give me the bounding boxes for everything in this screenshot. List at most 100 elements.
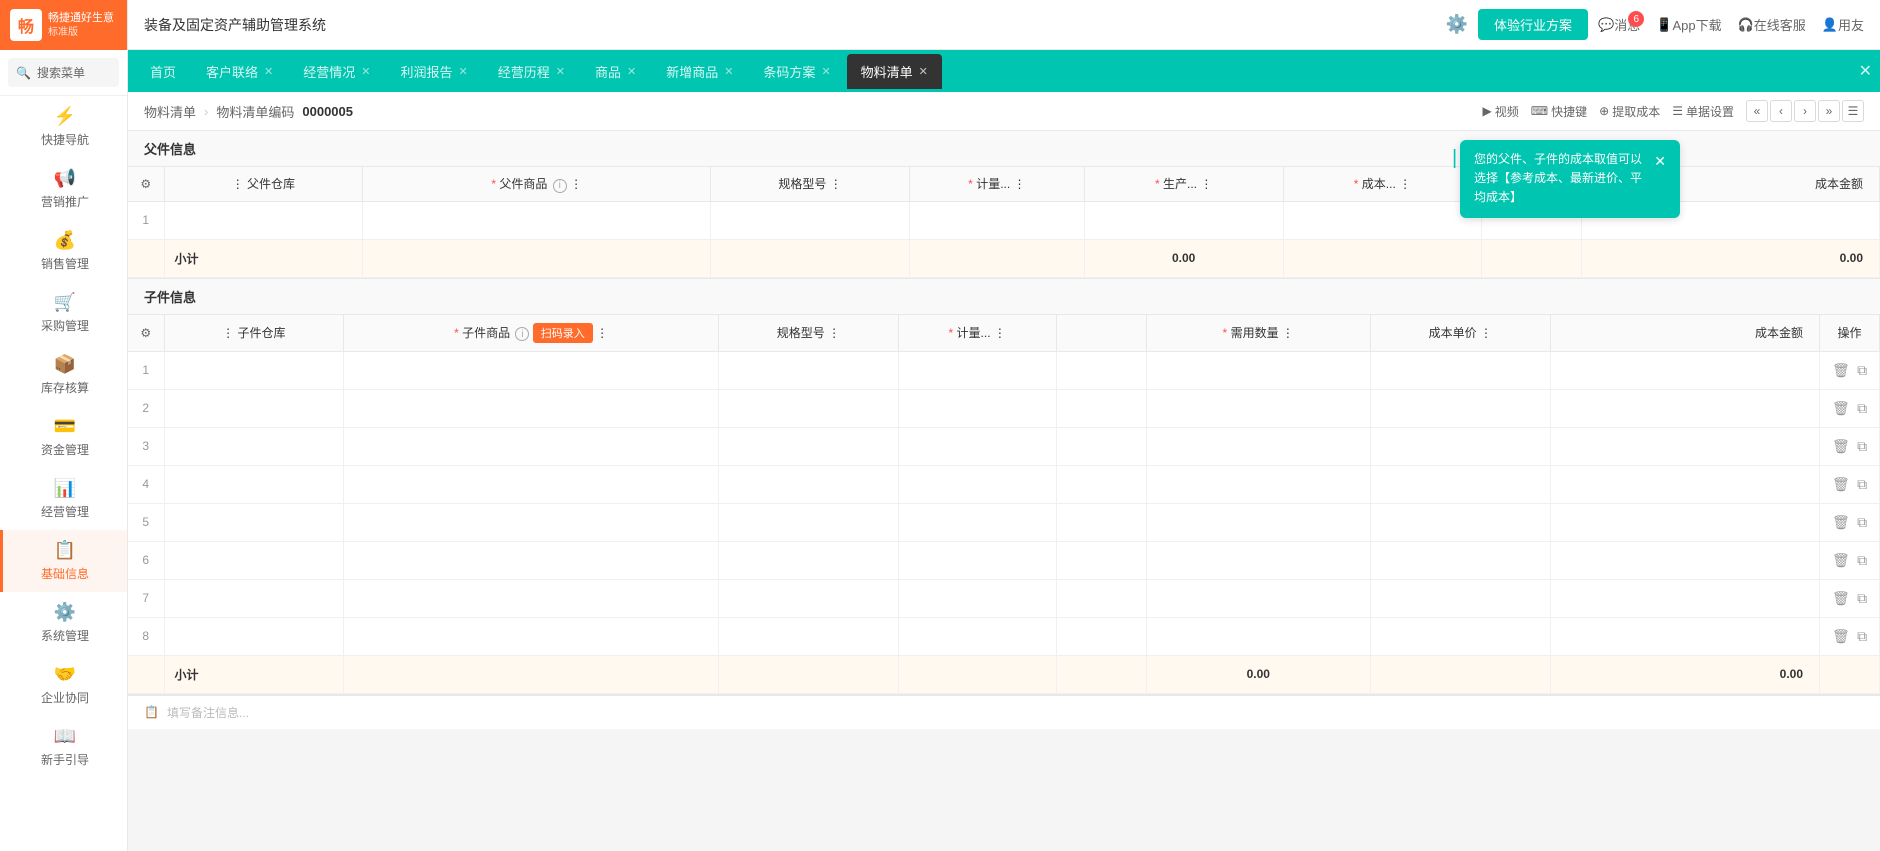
app-download-button[interactable]: 📱 App下载 xyxy=(1656,15,1721,34)
parent-unit-1[interactable] xyxy=(909,201,1084,239)
child-spec-4[interactable] xyxy=(719,465,899,503)
child-needed-7[interactable] xyxy=(1146,579,1370,617)
parent-table-settings-icon[interactable]: ⚙ xyxy=(140,177,151,191)
delete-icon-4[interactable]: 🗑 xyxy=(1830,474,1852,494)
child-unit-3[interactable] xyxy=(898,427,1056,465)
child-spec-3[interactable] xyxy=(719,427,899,465)
child-warehouse-7[interactable] xyxy=(164,579,344,617)
scan-input-button[interactable]: 扫码录入 xyxy=(533,323,593,343)
child-spec-1[interactable] xyxy=(719,351,899,389)
tab-close-2[interactable]: ✕ xyxy=(361,65,370,78)
sidebar-item-新手引导[interactable]: 📖 新手引导 xyxy=(0,716,127,778)
sidebar-item-营销推广[interactable]: 📢 营销推广 xyxy=(0,158,127,220)
child-unit-cost-4[interactable] xyxy=(1370,465,1550,503)
tooltip-close-button[interactable]: ✕ xyxy=(1654,150,1666,172)
note-placeholder[interactable]: 填写备注信息... xyxy=(167,704,249,721)
child-unit-cost-1[interactable] xyxy=(1370,351,1550,389)
first-record-button[interactable]: « xyxy=(1746,100,1768,122)
child-product-info-icon[interactable]: i xyxy=(515,327,529,341)
parent-warehouse-1[interactable] xyxy=(164,201,363,239)
nav-tab-2[interactable]: 经营情况✕ xyxy=(289,54,384,89)
delete-icon-8[interactable]: 🗑 xyxy=(1830,626,1852,646)
child-spec-5[interactable] xyxy=(719,503,899,541)
child-warehouse-3[interactable] xyxy=(164,427,344,465)
child-unit-2[interactable] xyxy=(898,389,1056,427)
product-info-icon[interactable]: i xyxy=(553,179,567,193)
child-warehouse-4[interactable] xyxy=(164,465,344,503)
child-warehouse-2[interactable] xyxy=(164,389,344,427)
nav-tab-3[interactable]: 利润报告✕ xyxy=(386,54,481,89)
child-warehouse-8[interactable] xyxy=(164,617,344,655)
parent-production-1[interactable] xyxy=(1084,201,1283,239)
child-needed-6[interactable] xyxy=(1146,541,1370,579)
child-unit-cost-7[interactable] xyxy=(1370,579,1550,617)
copy-icon-1[interactable]: ⧉ xyxy=(1855,360,1869,380)
breadcrumb-main[interactable]: 物料清单 xyxy=(144,102,196,121)
parent-cost-1[interactable] xyxy=(1283,201,1482,239)
child-unit-cost-3[interactable] xyxy=(1370,427,1550,465)
tab-close-8[interactable]: ✕ xyxy=(919,65,928,78)
child-needed-2[interactable] xyxy=(1146,389,1370,427)
next-record-button[interactable]: › xyxy=(1794,100,1816,122)
child-spec-6[interactable] xyxy=(719,541,899,579)
copy-icon-3[interactable]: ⧉ xyxy=(1855,436,1869,456)
child-needed-3[interactable] xyxy=(1146,427,1370,465)
nav-tab-8[interactable]: 物料清单✕ xyxy=(847,54,942,89)
tab-close-5[interactable]: ✕ xyxy=(627,65,636,78)
list-view-button[interactable]: ☰ xyxy=(1842,100,1864,122)
copy-icon-5[interactable]: ⧉ xyxy=(1855,512,1869,532)
child-warehouse-1[interactable] xyxy=(164,351,344,389)
delete-icon-5[interactable]: 🗑 xyxy=(1830,512,1852,532)
child-warehouse-6[interactable] xyxy=(164,541,344,579)
child-spec-2[interactable] xyxy=(719,389,899,427)
copy-icon-6[interactable]: ⧉ xyxy=(1855,550,1869,570)
child-unit-cost-6[interactable] xyxy=(1370,541,1550,579)
child-unit-7[interactable] xyxy=(898,579,1056,617)
nav-tab-0[interactable]: 首页 xyxy=(136,54,190,89)
delete-icon-1[interactable]: 🗑 xyxy=(1830,360,1852,380)
child-unit-5[interactable] xyxy=(898,503,1056,541)
child-unit-cost-8[interactable] xyxy=(1370,617,1550,655)
shortcut-button[interactable]: ⌨ 快捷键 xyxy=(1531,103,1587,120)
child-table-settings-icon[interactable]: ⚙ xyxy=(140,326,151,340)
message-button[interactable]: 💬 6 消息 xyxy=(1598,15,1640,34)
copy-icon-4[interactable]: ⧉ xyxy=(1855,474,1869,494)
nav-tab-4[interactable]: 经营历程✕ xyxy=(484,54,579,89)
online-service-button[interactable]: 🎧 在线客服 xyxy=(1738,15,1806,34)
child-spec-8[interactable] xyxy=(719,617,899,655)
user-menu-button[interactable]: 👤 用友 xyxy=(1822,15,1864,34)
single-settings-button[interactable]: ☰ 单据设置 xyxy=(1672,103,1734,120)
parent-product-1[interactable] xyxy=(363,201,711,239)
sidebar-item-库存核算[interactable]: 📦 库存核算 xyxy=(0,344,127,406)
breadcrumb-sub[interactable]: 物料清单编码 xyxy=(216,102,294,121)
parent-spec-1[interactable] xyxy=(711,201,910,239)
copy-icon-7[interactable]: ⧉ xyxy=(1855,588,1869,608)
sidebar-item-采购管理[interactable]: 🛒 采购管理 xyxy=(0,282,127,344)
child-unit-cost-2[interactable] xyxy=(1370,389,1550,427)
nav-tab-7[interactable]: 条码方案✕ xyxy=(749,54,844,89)
sidebar-item-销售管理[interactable]: 💰 销售管理 xyxy=(0,220,127,282)
child-needed-8[interactable] xyxy=(1146,617,1370,655)
child-unit-8[interactable] xyxy=(898,617,1056,655)
nav-tab-5[interactable]: 商品✕ xyxy=(581,54,650,89)
tab-close-3[interactable]: ✕ xyxy=(459,65,468,78)
child-needed-4[interactable] xyxy=(1146,465,1370,503)
tab-close-1[interactable]: ✕ xyxy=(264,65,273,78)
child-product-2[interactable] xyxy=(344,389,719,427)
sidebar-item-资金管理[interactable]: 💳 资金管理 xyxy=(0,406,127,468)
close-all-tabs-button[interactable]: ✕ xyxy=(1859,61,1872,81)
child-product-5[interactable] xyxy=(344,503,719,541)
settings-gear-icon[interactable]: ⚙️ xyxy=(1446,14,1468,35)
child-needed-5[interactable] xyxy=(1146,503,1370,541)
child-product-4[interactable] xyxy=(344,465,719,503)
child-needed-1[interactable] xyxy=(1146,351,1370,389)
sidebar-item-系统管理[interactable]: ⚙️ 系统管理 xyxy=(0,592,127,654)
view-video-button[interactable]: ▶ 视频 xyxy=(1483,103,1519,120)
delete-icon-2[interactable]: 🗑 xyxy=(1830,398,1852,418)
tab-close-6[interactable]: ✕ xyxy=(724,65,733,78)
child-product-8[interactable] xyxy=(344,617,719,655)
copy-icon-8[interactable]: ⧉ xyxy=(1855,626,1869,646)
prev-record-button[interactable]: ‹ xyxy=(1770,100,1792,122)
tab-close-7[interactable]: ✕ xyxy=(821,65,830,78)
child-unit-1[interactable] xyxy=(898,351,1056,389)
